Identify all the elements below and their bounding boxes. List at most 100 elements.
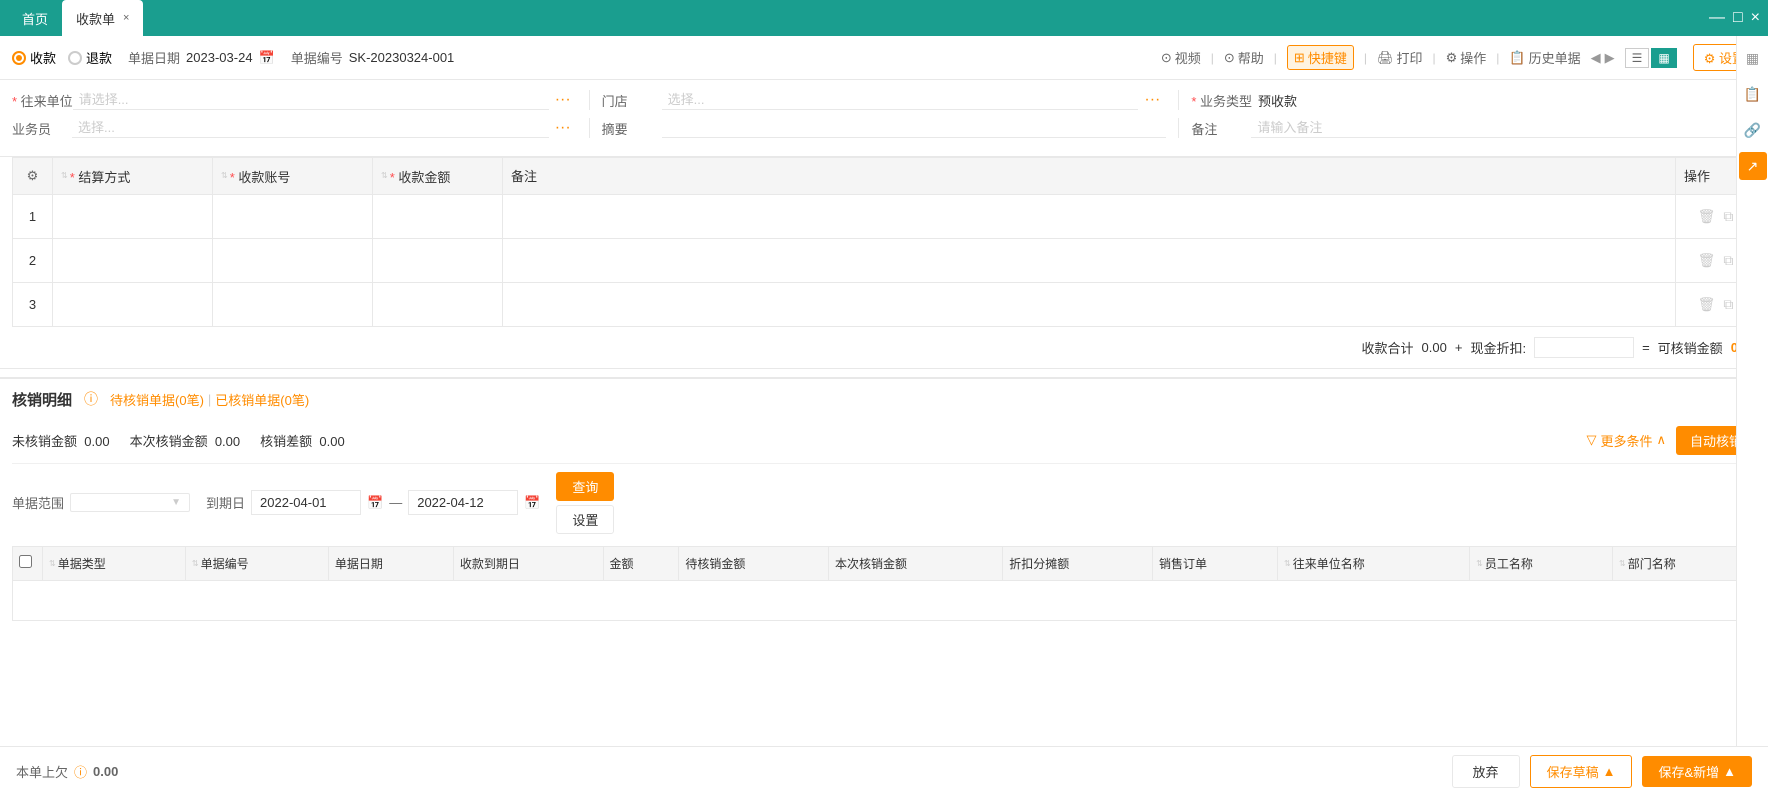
shortcut-link[interactable]: ⊞ 快捷键 — [1287, 45, 1354, 70]
counterpart-input[interactable] — [73, 90, 549, 110]
tab-home-label: 首页 — [22, 9, 48, 28]
copy-row-icon-2[interactable]: ⧉ — [1723, 252, 1733, 269]
remark-cell-1[interactable] — [503, 194, 1676, 238]
store-more-icon[interactable]: ··· — [1138, 91, 1166, 109]
sidebar-icon-expand[interactable]: ↗ — [1739, 152, 1767, 180]
nav-arrows[interactable]: ◀ ▶ — [1591, 50, 1615, 66]
tab-active[interactable]: 收款单 × — [62, 0, 143, 36]
table-header-account: ⇅ 收款账号 — [213, 158, 373, 195]
amount-cell-3[interactable] — [373, 282, 503, 326]
receipts-table: ⚙ ⇅ 结算方式 ⇅ 收款账号 — [12, 157, 1756, 327]
date-to-calendar-icon[interactable]: 📅 — [524, 495, 540, 511]
diff-label-text: 核销差额 — [260, 434, 312, 449]
draft-button[interactable]: 保存草稿 ▲ — [1530, 755, 1633, 788]
business-type-value: 预收款 — [1252, 91, 1743, 110]
minimize-icon[interactable]: — — [1709, 9, 1725, 27]
shortcut-icon: ⊞ — [1294, 50, 1305, 66]
sub-header-pending: 待核销金额 — [679, 546, 829, 581]
range-select[interactable]: ▼ — [70, 493, 190, 512]
delete-row-icon-2[interactable]: 🗑 — [1698, 252, 1716, 269]
discard-button[interactable]: 放弃 — [1452, 755, 1520, 788]
query-button[interactable]: 查询 — [556, 472, 614, 501]
delete-row-icon-3[interactable]: 🗑 — [1698, 296, 1716, 313]
discount-input[interactable] — [1534, 337, 1634, 358]
copy-row-icon-1[interactable]: ⧉ — [1723, 208, 1733, 225]
discount-label: 现金折扣: — [1470, 338, 1526, 357]
tab-bar: 首页 收款单 × — □ × — [0, 0, 1768, 36]
maximize-icon[interactable]: □ — [1733, 9, 1743, 27]
save-new-label: 保存&新增 — [1658, 762, 1719, 781]
settlement-cell-1[interactable] — [53, 194, 213, 238]
reconcil-section: 核销明细 ⓘ 待核销单据(0笔) | 已核销单据(0笔) 未核销金额 0.00 … — [0, 377, 1768, 632]
total-value: 0.00 — [1422, 340, 1447, 355]
bottom-bar: 本单上欠 ⓘ 0.00 放弃 保存草稿 ▲ 保存&新增 ▲ — [0, 746, 1768, 796]
current-value: 0.00 — [215, 434, 240, 449]
sidebar-icon-doc[interactable]: 📋 — [1739, 80, 1767, 108]
operate-icon: ⚙ — [1446, 50, 1458, 66]
date-calendar-icon[interactable]: 📅 — [259, 50, 275, 66]
counterpart-more-icon[interactable]: ··· — [549, 91, 577, 109]
sub-header-employee: ⇅ 员工名称 — [1470, 546, 1613, 581]
account-cell-1[interactable] — [213, 194, 373, 238]
amount-cell-2[interactable] — [373, 238, 503, 282]
summary-field: 摘要 — [602, 118, 1167, 138]
print-link[interactable]: 🖨 打印 — [1377, 48, 1423, 67]
video-link[interactable]: ⊙ 视频 — [1161, 48, 1201, 67]
settlement-cell-3[interactable] — [53, 282, 213, 326]
sub-header-sales-order: 销售订单 — [1152, 546, 1277, 581]
view-grid-btn[interactable]: ▦ — [1651, 48, 1676, 68]
help-link[interactable]: ⊙ 帮助 — [1224, 48, 1264, 67]
reconcil-tabs: 待核销单据(0笔) | 已核销单据(0笔) — [110, 390, 309, 409]
operate-link[interactable]: ⚙ 操作 — [1446, 48, 1487, 67]
account-cell-3[interactable] — [213, 282, 373, 326]
copy-row-icon-3[interactable]: ⧉ — [1723, 296, 1733, 313]
table-row: 2 🗑 ⧉ — [13, 238, 1756, 282]
select-all-checkbox[interactable] — [19, 555, 32, 568]
window-controls: — □ × — [1709, 9, 1760, 27]
net-label: 可核销金额 — [1658, 338, 1723, 357]
date-label: 单据日期 — [128, 48, 180, 67]
date-to-input[interactable] — [408, 490, 518, 515]
date-from-calendar-icon[interactable]: 📅 — [367, 495, 383, 511]
amount-cell-1[interactable] — [373, 194, 503, 238]
number-value: SK-20230324-001 — [349, 50, 455, 65]
video-label: 视频 — [1175, 48, 1201, 67]
salesperson-more-icon[interactable]: ··· — [549, 119, 577, 137]
radio-refund[interactable]: 退款 — [68, 48, 112, 67]
reconcil-info-icon[interactable]: ⓘ — [84, 389, 98, 409]
remark-input[interactable] — [1251, 118, 1756, 138]
remark-cell-2[interactable] — [503, 238, 1676, 282]
table-header-gear[interactable]: ⚙ — [13, 158, 53, 195]
sub-header-amount: 金额 — [603, 546, 679, 581]
salesperson-input[interactable] — [72, 118, 549, 138]
range-filter-field: 单据范围 ▼ — [12, 493, 190, 512]
sidebar-icon-table[interactable]: ▦ — [1739, 44, 1767, 72]
pending-tab[interactable]: 待核销单据(0笔) — [110, 390, 204, 409]
store-field: 门店 ··· — [602, 90, 1167, 110]
save-new-button[interactable]: 保存&新增 ▲ — [1642, 756, 1752, 787]
sidebar-icon-link[interactable]: 🔗 — [1739, 116, 1767, 144]
filter-icon: ▽ — [1586, 432, 1596, 448]
filter-settings-button[interactable]: 设置 — [556, 505, 614, 534]
tab-home[interactable]: 首页 — [8, 0, 62, 36]
business-type-label: 业务类型 — [1191, 91, 1252, 110]
current-label: 本次核销金额 0.00 — [130, 431, 241, 450]
summary-input[interactable] — [662, 118, 1167, 138]
delete-row-icon-1[interactable]: 🗑 — [1698, 208, 1716, 225]
remark-field: 备注 — [1191, 118, 1756, 138]
tab-close-icon[interactable]: × — [123, 12, 129, 24]
more-conditions-link[interactable]: ▽ 更多条件 ∧ — [1586, 431, 1666, 450]
window-close-icon[interactable]: × — [1751, 9, 1760, 27]
view-list-btn[interactable]: ☰ — [1625, 48, 1650, 68]
stats-left: 未核销金额 0.00 本次核销金额 0.00 核销差额 0.00 — [12, 431, 345, 450]
date-from-input[interactable] — [251, 490, 361, 515]
history-link[interactable]: 📋 历史单据 — [1509, 48, 1580, 67]
done-tab[interactable]: 已核销单据(0笔) — [215, 390, 309, 409]
store-input[interactable] — [662, 90, 1139, 110]
account-cell-2[interactable] — [213, 238, 373, 282]
filter-actions: 查询 设置 — [556, 472, 614, 534]
remark-cell-3[interactable] — [503, 282, 1676, 326]
radio-refund-label: 退款 — [86, 48, 112, 67]
settlement-cell-2[interactable] — [53, 238, 213, 282]
radio-receive[interactable]: 收款 — [12, 48, 56, 67]
